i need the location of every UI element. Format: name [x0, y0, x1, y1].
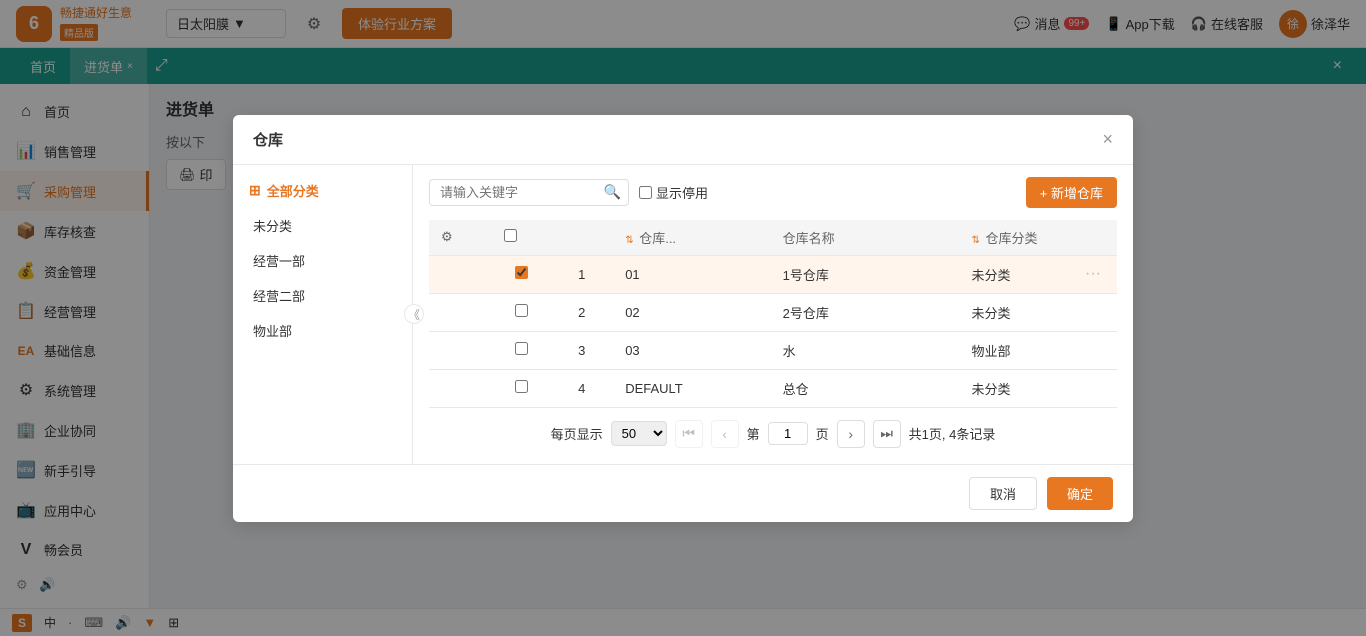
collapse-icon: 《: [408, 306, 420, 323]
row-code-4: DEFAULT: [613, 369, 770, 407]
warehouse-modal: 仓库 × ⊞ 全部分类 《 未分类 经营一部: [233, 115, 1133, 522]
row-name-4: 总仓: [771, 369, 960, 407]
row-code-2: 02: [613, 293, 770, 331]
show-disabled-checkbox[interactable]: [639, 186, 652, 199]
table-area: 🔍 显示停用 + 新增仓库 ⚙: [413, 165, 1133, 464]
modal-title: 仓库: [253, 129, 283, 150]
table-row[interactable]: 2 02 2号仓库 未分类: [429, 293, 1117, 331]
row-gear-3: [429, 331, 492, 369]
table-container: ⚙ ⇅ 仓库...: [429, 220, 1117, 408]
first-page-button[interactable]: ⏮: [675, 420, 703, 448]
th-name: 仓库名称: [771, 220, 960, 256]
page-number-input[interactable]: [768, 422, 808, 445]
th-gear: ⚙: [429, 220, 492, 256]
page-size-select[interactable]: 50 10 20 100: [611, 421, 667, 446]
category-all-header[interactable]: ⊞ 全部分类: [233, 173, 412, 208]
warehouse-table: ⚙ ⇅ 仓库...: [429, 220, 1117, 408]
row-gear-4: [429, 369, 492, 407]
category-item-property[interactable]: 物业部: [233, 313, 412, 348]
row-cat-3: 物业部: [960, 331, 1117, 369]
prev-page-button[interactable]: ‹: [711, 420, 739, 448]
table-row[interactable]: 1 01 1号仓库 未分类 ···: [429, 255, 1117, 293]
category-item-operation2[interactable]: 经营二部: [233, 278, 412, 313]
row-gear-1: [429, 255, 492, 293]
category-item-operation1[interactable]: 经营一部: [233, 243, 412, 278]
modal-header: 仓库 ×: [233, 115, 1133, 165]
row-checkbox-1[interactable]: [515, 266, 528, 279]
table-header: ⚙ ⇅ 仓库...: [429, 220, 1117, 256]
table-row[interactable]: 3 03 水 物业部: [429, 331, 1117, 369]
total-label: 共1页, 4条记录: [909, 424, 996, 443]
confirm-button[interactable]: 确定: [1047, 477, 1113, 510]
grid-icon: ⊞: [249, 182, 261, 199]
sort-icon: ⇅: [625, 235, 633, 246]
row-check-4[interactable]: [492, 369, 550, 407]
row-num-2: 2: [550, 293, 613, 331]
cancel-button[interactable]: 取消: [969, 477, 1037, 510]
th-cat[interactable]: ⇅ 仓库分类: [960, 220, 1117, 256]
table-row[interactable]: 4 DEFAULT 总仓 未分类: [429, 369, 1117, 407]
row-check-2[interactable]: [492, 293, 550, 331]
pagination: 每页显示 50 10 20 100 ⏮ ‹ 第 页 › ⏭ 共1页, 4条记录: [429, 408, 1117, 452]
modal-overlay: 仓库 × ⊞ 全部分类 《 未分类 经营一部: [0, 0, 1366, 636]
category-sidebar: ⊞ 全部分类 《 未分类 经营一部 经营二部 物业部: [233, 165, 413, 464]
table-toolbar: 🔍 显示停用 + 新增仓库: [429, 177, 1117, 208]
show-disabled-label[interactable]: 显示停用: [639, 183, 708, 202]
modal-body: ⊞ 全部分类 《 未分类 经营一部 经营二部 物业部: [233, 165, 1133, 464]
th-code[interactable]: ⇅ 仓库...: [613, 220, 770, 256]
row-name-2: 2号仓库: [771, 293, 960, 331]
row-checkbox-3[interactable]: [515, 342, 528, 355]
row-more-1[interactable]: ···: [1085, 265, 1101, 283]
category-collapse-button[interactable]: 《: [404, 304, 424, 324]
row-name-1: 1号仓库: [771, 255, 960, 293]
category-all-label: 全部分类: [267, 181, 319, 200]
page-label: 第: [747, 424, 760, 443]
row-code-1: 01: [613, 255, 770, 293]
th-check: [492, 220, 550, 256]
category-item-unclassified[interactable]: 未分类: [233, 208, 412, 243]
sort-icon-cat: ⇅: [972, 235, 980, 246]
add-warehouse-button[interactable]: + 新增仓库: [1026, 177, 1117, 208]
row-cat-1: 未分类 ···: [960, 255, 1117, 293]
row-gear-2: [429, 293, 492, 331]
gear-col-icon: ⚙: [441, 229, 453, 244]
next-page-button[interactable]: ›: [837, 420, 865, 448]
last-page-button[interactable]: ⏭: [873, 420, 901, 448]
select-all-checkbox[interactable]: [504, 229, 517, 242]
row-cat-4: 未分类: [960, 369, 1117, 407]
search-wrap: 🔍: [429, 179, 629, 206]
table-body: 1 01 1号仓库 未分类 ···: [429, 255, 1117, 407]
row-check-3[interactable]: [492, 331, 550, 369]
row-num-1: 1: [550, 255, 613, 293]
row-num-4: 4: [550, 369, 613, 407]
row-cat-2: 未分类: [960, 293, 1117, 331]
modal-footer: 取消 确定: [233, 464, 1133, 522]
row-name-3: 水: [771, 331, 960, 369]
row-checkbox-2[interactable]: [515, 304, 528, 317]
row-code-3: 03: [613, 331, 770, 369]
search-input[interactable]: [429, 179, 629, 206]
search-icon[interactable]: 🔍: [604, 184, 621, 201]
row-checkbox-4[interactable]: [515, 380, 528, 393]
th-num: [550, 220, 613, 256]
row-check-1[interactable]: [492, 255, 550, 293]
page-unit: 页: [816, 424, 829, 443]
page-size-label: 每页显示: [551, 424, 603, 443]
row-num-3: 3: [550, 331, 613, 369]
modal-close-button[interactable]: ×: [1102, 130, 1113, 148]
